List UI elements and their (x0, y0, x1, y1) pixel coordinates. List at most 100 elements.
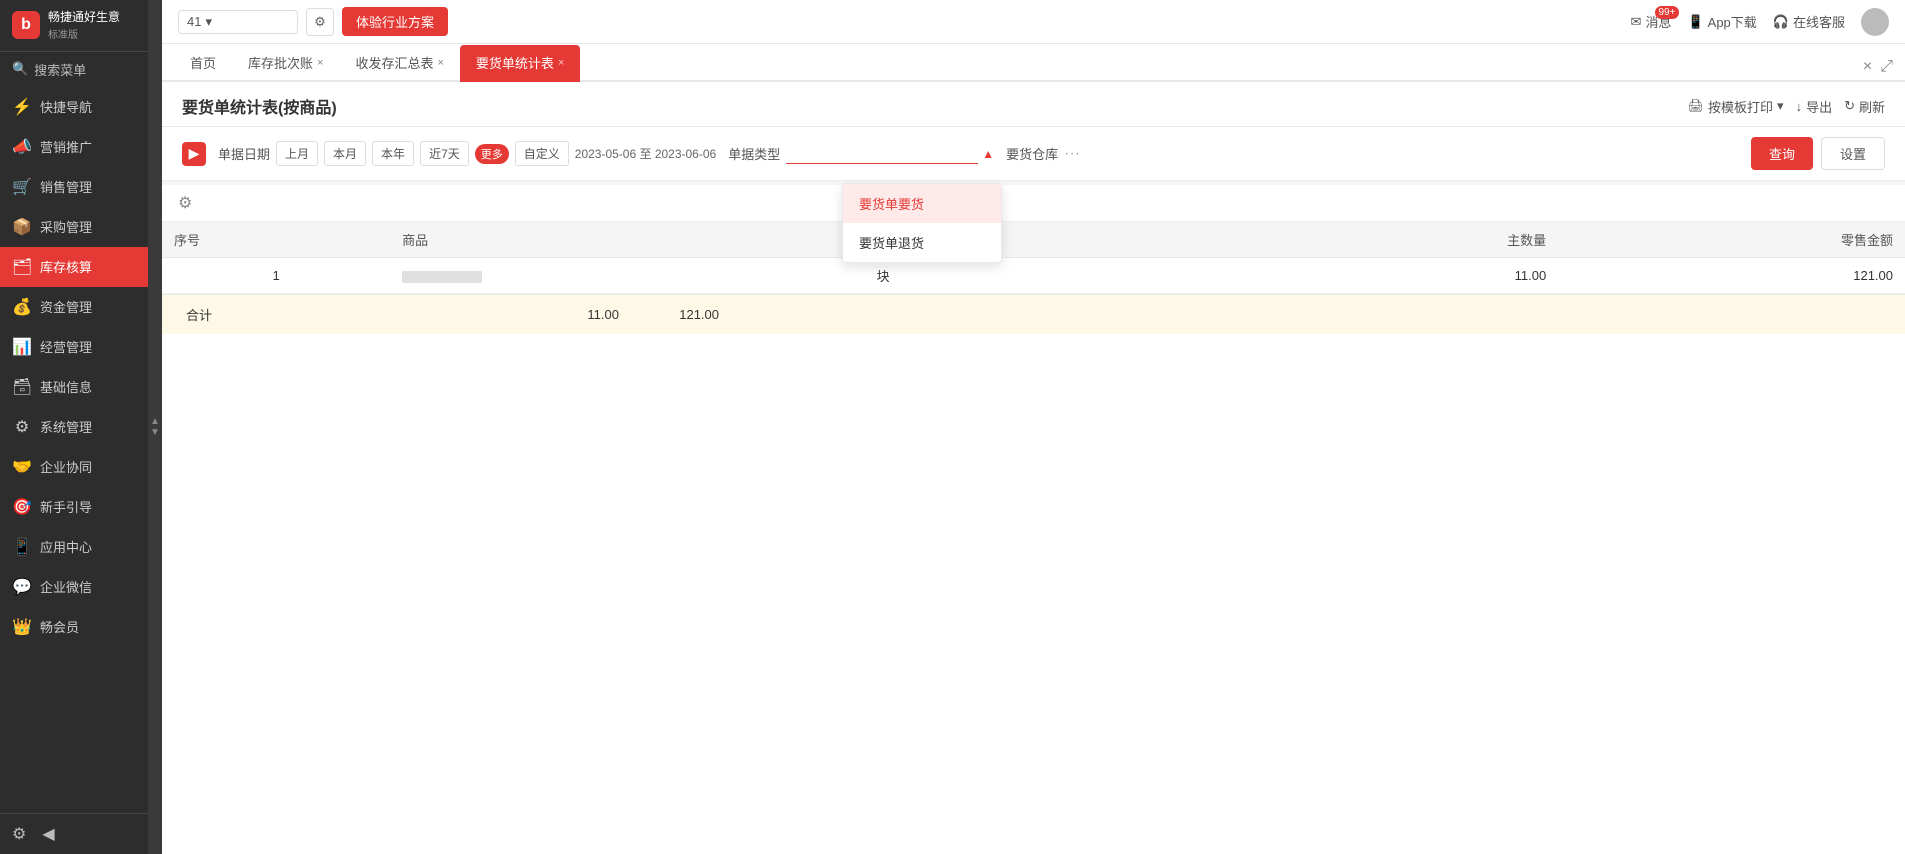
sidebar-item-purchase[interactable]: 📦采购管理 (0, 207, 148, 247)
filter-actions: 查询 设置 (1751, 137, 1885, 170)
tab-summary[interactable]: 收发存汇总表 × (339, 45, 459, 82)
total-row: 合计 11.00 121.00 (162, 294, 1905, 334)
nav-icon-sales: 🛒 (12, 177, 32, 197)
col-qty: 主数量 (1271, 222, 1558, 258)
nav-label-finance: 资金管理 (40, 297, 92, 316)
filter-setting-button[interactable]: 设置 (1821, 137, 1885, 170)
dropdown-item-order-goods[interactable]: 要货单要货 (843, 184, 1001, 223)
type-input[interactable] (786, 144, 978, 164)
sidebar-bottom: ⚙ ◀ (0, 813, 148, 854)
date-label: 单据日期 (218, 144, 270, 163)
sidebar-item-finance[interactable]: 💰资金管理 (0, 287, 148, 327)
search-button[interactable]: 查询 (1751, 137, 1813, 170)
topbar-right: ✉ 消息 99+ 📱 App下载 🎧 在线客服 (1631, 8, 1889, 36)
app-download-btn[interactable]: 📱 App下载 (1687, 12, 1756, 31)
dropdown-item-order-return[interactable]: 要货单退货 (843, 223, 1001, 262)
nav-icon-system: ⚙ (12, 417, 32, 437)
export-label: 导出 (1806, 97, 1832, 116)
topbar-left: 41 ▾ ⚙ 体验行业方案 (178, 7, 1619, 36)
collapse-icon[interactable]: ◀ (42, 824, 54, 844)
settings-button[interactable]: ⚙ (306, 8, 334, 36)
sidebar-item-collab[interactable]: 🤝 企业协同 (0, 447, 148, 487)
store-selector[interactable]: 41 ▾ (178, 10, 298, 34)
last-month-btn[interactable]: 上月 (276, 141, 318, 166)
sidebar-item-member[interactable]: 👑畅会员 (0, 607, 148, 647)
trial-button[interactable]: 体验行业方案 (342, 7, 448, 36)
cell-qty: 11.00 (1271, 258, 1558, 294)
window-buttons: × ⤢ (1863, 58, 1893, 80)
store-name: 41 (187, 14, 201, 29)
data-table: 序号 商品 主计量单位 主数量 零售金额 1 块 11.00 121.00 (162, 222, 1905, 294)
refresh-action[interactable]: ↻ 刷新 (1844, 97, 1885, 116)
this-year-btn[interactable]: 本年 (372, 141, 414, 166)
settings-icon[interactable]: ⚙ (12, 824, 26, 844)
expand-icon: ▶ (189, 145, 200, 162)
online-service-btn[interactable]: 🎧 在线客服 (1773, 12, 1845, 31)
type-select-wrapper: ▲ (786, 144, 994, 164)
scroll-up-icon: ▲ (150, 416, 160, 427)
header-row: 序号 商品 主计量单位 主数量 零售金额 (162, 222, 1905, 258)
scroll-down-icon: ▼ (150, 427, 160, 438)
filter-expand-button[interactable]: ▶ (182, 142, 206, 166)
sidebar-search[interactable]: 🔍 搜索菜单 (0, 52, 148, 87)
tab-order-stat-close[interactable]: × (558, 57, 564, 69)
sidebar-item-marketing[interactable]: 📣营销推广 (0, 127, 148, 167)
this-month-btn[interactable]: 本月 (324, 141, 366, 166)
sidebar-scroll[interactable]: ▲ ▼ (148, 0, 162, 854)
app-download-label: App下载 (1708, 12, 1757, 31)
avatar[interactable] (1861, 8, 1889, 36)
export-action[interactable]: ↓ 导出 (1796, 97, 1833, 116)
col-no: 序号 (162, 222, 390, 258)
sidebar-item-base[interactable]: 🗃基础信息 (0, 367, 148, 407)
export-icon: ↓ (1796, 99, 1803, 114)
messages-btn[interactable]: ✉ 消息 99+ (1631, 12, 1672, 31)
sidebar-item-inventory[interactable]: 🗂 库存核算 (0, 247, 148, 287)
sidebar-item-guide[interactable]: 🎯新手引导 (0, 487, 148, 527)
last-7-days-btn[interactable]: 近7天 (420, 141, 469, 166)
column-settings-icon[interactable]: ⚙ (178, 193, 192, 213)
sidebar-item-quick-nav[interactable]: ⚡快捷导航 (0, 87, 148, 127)
search-label: 搜索菜单 (34, 60, 86, 79)
sidebar-item-apps[interactable]: 📱应用中心 (0, 527, 148, 567)
nav-icon-inventory: 🗂 (12, 257, 32, 277)
warehouse-more-icon[interactable]: ··· (1064, 145, 1080, 163)
refresh-icon: ↻ (1844, 98, 1855, 114)
nav-icon-purchase: 📦 (12, 217, 32, 237)
online-service-label: 在线客服 (1793, 12, 1845, 31)
close-window-icon[interactable]: × (1863, 58, 1872, 76)
custom-date-btn[interactable]: 自定义 (515, 141, 569, 166)
print-action[interactable]: 🖨 按模板打印 ▾ (1688, 97, 1784, 116)
tab-home-label: 首页 (190, 53, 216, 72)
print-label: 按模板打印 (1708, 97, 1773, 116)
nav-label-guide: 新手引导 (40, 497, 92, 516)
cell-amount: 121.00 (1558, 258, 1905, 294)
total-label-text: 合计 (186, 308, 212, 323)
chevron-down-icon: ▾ (205, 14, 212, 30)
tab-batch[interactable]: 库存批次账 × (232, 45, 339, 82)
app-sub: 标准版 (48, 26, 120, 41)
sidebar-item-sales[interactable]: 🛒销售管理 (0, 167, 148, 207)
tab-order-stat[interactable]: 要货单统计表 × (460, 45, 580, 82)
sidebar-item-ops[interactable]: 📊经营管理 (0, 327, 148, 367)
more-date-btn[interactable]: 更多 (475, 144, 509, 164)
cell-no: 1 (162, 258, 390, 294)
type-dropdown-arrow[interactable]: ▲ (982, 147, 994, 161)
dropdown-item-order-goods-label: 要货单要货 (859, 197, 924, 212)
nav-icon-member: 👑 (12, 617, 32, 637)
type-label: 单据类型 (728, 144, 780, 163)
sidebar-item-wechat[interactable]: 💬企业微信 (0, 567, 148, 607)
nav-label-inventory: 库存核算 (40, 257, 92, 276)
table-header: 序号 商品 主计量单位 主数量 零售金额 (162, 222, 1905, 258)
type-filter-group: 单据类型 ▲ (728, 144, 994, 164)
nav-label-collab: 企业协同 (40, 457, 92, 476)
tab-home[interactable]: 首页 (174, 45, 232, 82)
message-icon: ✉ (1631, 14, 1642, 30)
tab-summary-close[interactable]: × (437, 57, 443, 69)
col-amount: 零售金额 (1558, 222, 1905, 258)
maximize-icon[interactable]: ⤢ (1880, 58, 1893, 76)
page-content: 要货单统计表(按商品) 🖨 按模板打印 ▾ ↓ 导出 ↻ 刷新 (162, 82, 1905, 854)
nav-icon-collab: 🤝 (12, 457, 32, 477)
tab-batch-close[interactable]: × (317, 57, 323, 69)
sidebar-item-system[interactable]: ⚙系统管理 (0, 407, 148, 447)
total-amount: 121.00 (619, 307, 719, 322)
